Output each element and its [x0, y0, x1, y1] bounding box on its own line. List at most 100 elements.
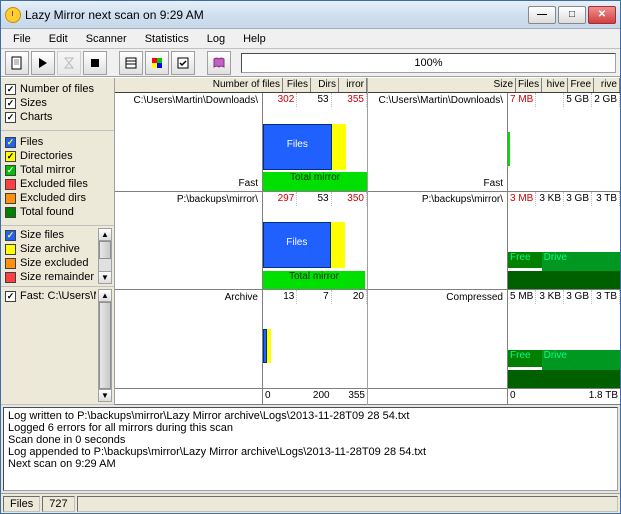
menubar: File Edit Scanner Statistics Log Help	[1, 29, 620, 49]
book-icon	[212, 56, 226, 70]
status-fill	[77, 496, 618, 512]
app-window: Lazy Mirror next scan on 9:29 AM — □ ✕ F…	[0, 0, 621, 514]
column-header: Size Files hive Free rive	[368, 78, 620, 93]
log-line: Log appended to P:\backups\mirror\Lazy M…	[8, 446, 613, 458]
sidebar-scrollbar-1[interactable]: ▲ ▼	[98, 228, 112, 284]
log-line: Scan done in 0 seconds	[8, 434, 613, 446]
maximize-button[interactable]: □	[558, 6, 586, 24]
view-chart-button[interactable]	[145, 51, 169, 75]
stop-icon	[88, 56, 102, 70]
header-free[interactable]: Free	[568, 78, 594, 92]
sidebar-group-series: Files Directories Total mirror Excluded …	[1, 131, 114, 226]
play-button[interactable]	[31, 51, 55, 75]
row-sub: Fast	[119, 178, 258, 189]
row-path: C:\Users\Martin\Downloads\	[119, 95, 258, 106]
sidebar: Number of files Sizes Charts Files Direc…	[1, 78, 115, 405]
window-title: Lazy Mirror next scan on 9:29 AM	[25, 8, 528, 22]
titlebar[interactable]: Lazy Mirror next scan on 9:29 AM — □ ✕	[1, 1, 620, 29]
row-chart: 7 MB 5 GB 2 GB	[508, 93, 620, 191]
hourglass-icon	[62, 56, 76, 70]
checkbox-charts[interactable]: Charts	[5, 110, 110, 124]
new-button[interactable]	[5, 51, 29, 75]
grid-color-icon	[150, 56, 164, 70]
minimize-button[interactable]: —	[528, 6, 556, 24]
checkbox-sizes[interactable]: Sizes	[5, 96, 110, 110]
header-archive[interactable]: hive	[542, 78, 568, 92]
row-chart: 297 53 350 Files Total mirror	[263, 192, 367, 290]
header-files[interactable]: Files	[283, 78, 311, 92]
chart-column-size: Size Files hive Free rive C:\Users\Marti…	[368, 78, 620, 405]
scroll-up-icon[interactable]: ▲	[99, 229, 111, 241]
close-button[interactable]: ✕	[588, 6, 616, 24]
header-dirs[interactable]: Dirs	[311, 78, 339, 92]
checkbox-size-files[interactable]: Size files	[5, 228, 96, 242]
scroll-down-icon[interactable]: ▼	[99, 389, 111, 401]
log-line: Log written to P:\backups\mirror\Lazy Mi…	[8, 410, 613, 422]
page-icon	[10, 56, 24, 70]
menu-statistics[interactable]: Statistics	[137, 31, 197, 47]
row-chart: 302 53 355 Files Total mirror	[263, 93, 367, 191]
checkbox-excluded-dirs[interactable]: Excluded dirs	[5, 191, 110, 205]
checkbox-size-excluded[interactable]: Size excluded	[5, 256, 96, 270]
scroll-up-icon[interactable]: ▲	[99, 290, 111, 302]
menu-help[interactable]: Help	[235, 31, 274, 47]
chart-row: Compressed 5 MB 3 KB 3 GB 3 TB Free Driv…	[368, 290, 620, 389]
row-path: Compressed	[372, 292, 503, 303]
chart-row: C:\Users\Martin\Downloads\ Fast 302 53 3…	[115, 93, 367, 192]
charts-area: Number of files Files Dirs irror C:\User…	[115, 78, 620, 405]
axis-row: 0 200 355	[115, 389, 367, 405]
log-area[interactable]: Log written to P:\backups\mirror\Lazy Mi…	[3, 407, 618, 491]
checkbox-size-remainder[interactable]: Size remainder	[5, 270, 96, 284]
chart-row: C:\Users\Martin\Downloads\ Fast 7 MB 5 G…	[368, 93, 620, 192]
header-main[interactable]: Number of files	[115, 78, 283, 92]
checkbox-excluded-files[interactable]: Excluded files	[5, 177, 110, 191]
header-mirror[interactable]: irror	[339, 78, 367, 92]
row-path: C:\Users\Martin\Downloads\	[372, 95, 503, 106]
statusbar: Files 727	[1, 493, 620, 513]
list-icon	[124, 56, 138, 70]
header-main[interactable]: Size	[368, 78, 516, 92]
log-line: Logged 6 errors for all mirrors during t…	[8, 422, 613, 434]
stop-button[interactable]	[83, 51, 107, 75]
status-value: 727	[42, 496, 74, 512]
checkbox-files[interactable]: Files	[5, 135, 110, 149]
app-icon	[5, 7, 21, 23]
view-list-button[interactable]	[119, 51, 143, 75]
hourglass-button	[57, 51, 81, 75]
play-icon	[36, 56, 50, 70]
menu-log[interactable]: Log	[199, 31, 233, 47]
check-button[interactable]	[171, 51, 195, 75]
chart-column-number-of-files: Number of files Files Dirs irror C:\User…	[115, 78, 368, 405]
menu-scanner[interactable]: Scanner	[78, 31, 135, 47]
sidebar-group-size: Size files Size archive Size excluded Si…	[1, 226, 114, 287]
header-drive[interactable]: rive	[594, 78, 620, 92]
toolbar: 100%	[1, 49, 620, 77]
log-line: Next scan on 9:29 AM	[8, 458, 613, 470]
scroll-down-icon[interactable]: ▼	[99, 271, 111, 283]
checkbox-fast-mirror[interactable]: Fast: C:\Users\Ma	[5, 289, 96, 303]
progress-text: 100%	[414, 57, 442, 69]
row-path: P:\backups\mirror\	[119, 194, 258, 205]
chart-row: P:\backups\mirror\ 297 53 350 Files Tot	[115, 192, 367, 291]
menu-edit[interactable]: Edit	[41, 31, 76, 47]
row-sub: Fast	[372, 178, 503, 189]
sidebar-group-views: Number of files Sizes Charts	[1, 78, 114, 131]
menu-file[interactable]: File	[5, 31, 39, 47]
row-path: Archive	[119, 292, 258, 303]
help-button[interactable]	[207, 51, 231, 75]
header-files[interactable]: Files	[516, 78, 542, 92]
checkbox-directories[interactable]: Directories	[5, 149, 110, 163]
chart-row: P:\backups\mirror\ 3 MB 3 KB 3 GB 3 TB F…	[368, 192, 620, 291]
checkbox-total-mirror[interactable]: Total mirror	[5, 163, 110, 177]
row-chart: 5 MB 3 KB 3 GB 3 TB Free Drive	[508, 290, 620, 388]
checkbox-total-found[interactable]: Total found	[5, 205, 110, 219]
sidebar-group-mirrors: Fast: C:\Users\Ma ▲ ▼	[1, 287, 114, 405]
row-chart: 3 MB 3 KB 3 GB 3 TB Free Drive	[508, 192, 620, 290]
row-chart: 13 7 20	[263, 290, 367, 388]
axis-row: 0 1.8 TB	[368, 389, 620, 405]
checkbox-number-of-files[interactable]: Number of files	[5, 82, 110, 96]
chart-row: Archive 13 7 20	[115, 290, 367, 389]
sidebar-scrollbar-2[interactable]: ▲ ▼	[98, 289, 112, 402]
client-area: Number of files Sizes Charts Files Direc…	[1, 77, 620, 405]
checkbox-size-archive[interactable]: Size archive	[5, 242, 96, 256]
